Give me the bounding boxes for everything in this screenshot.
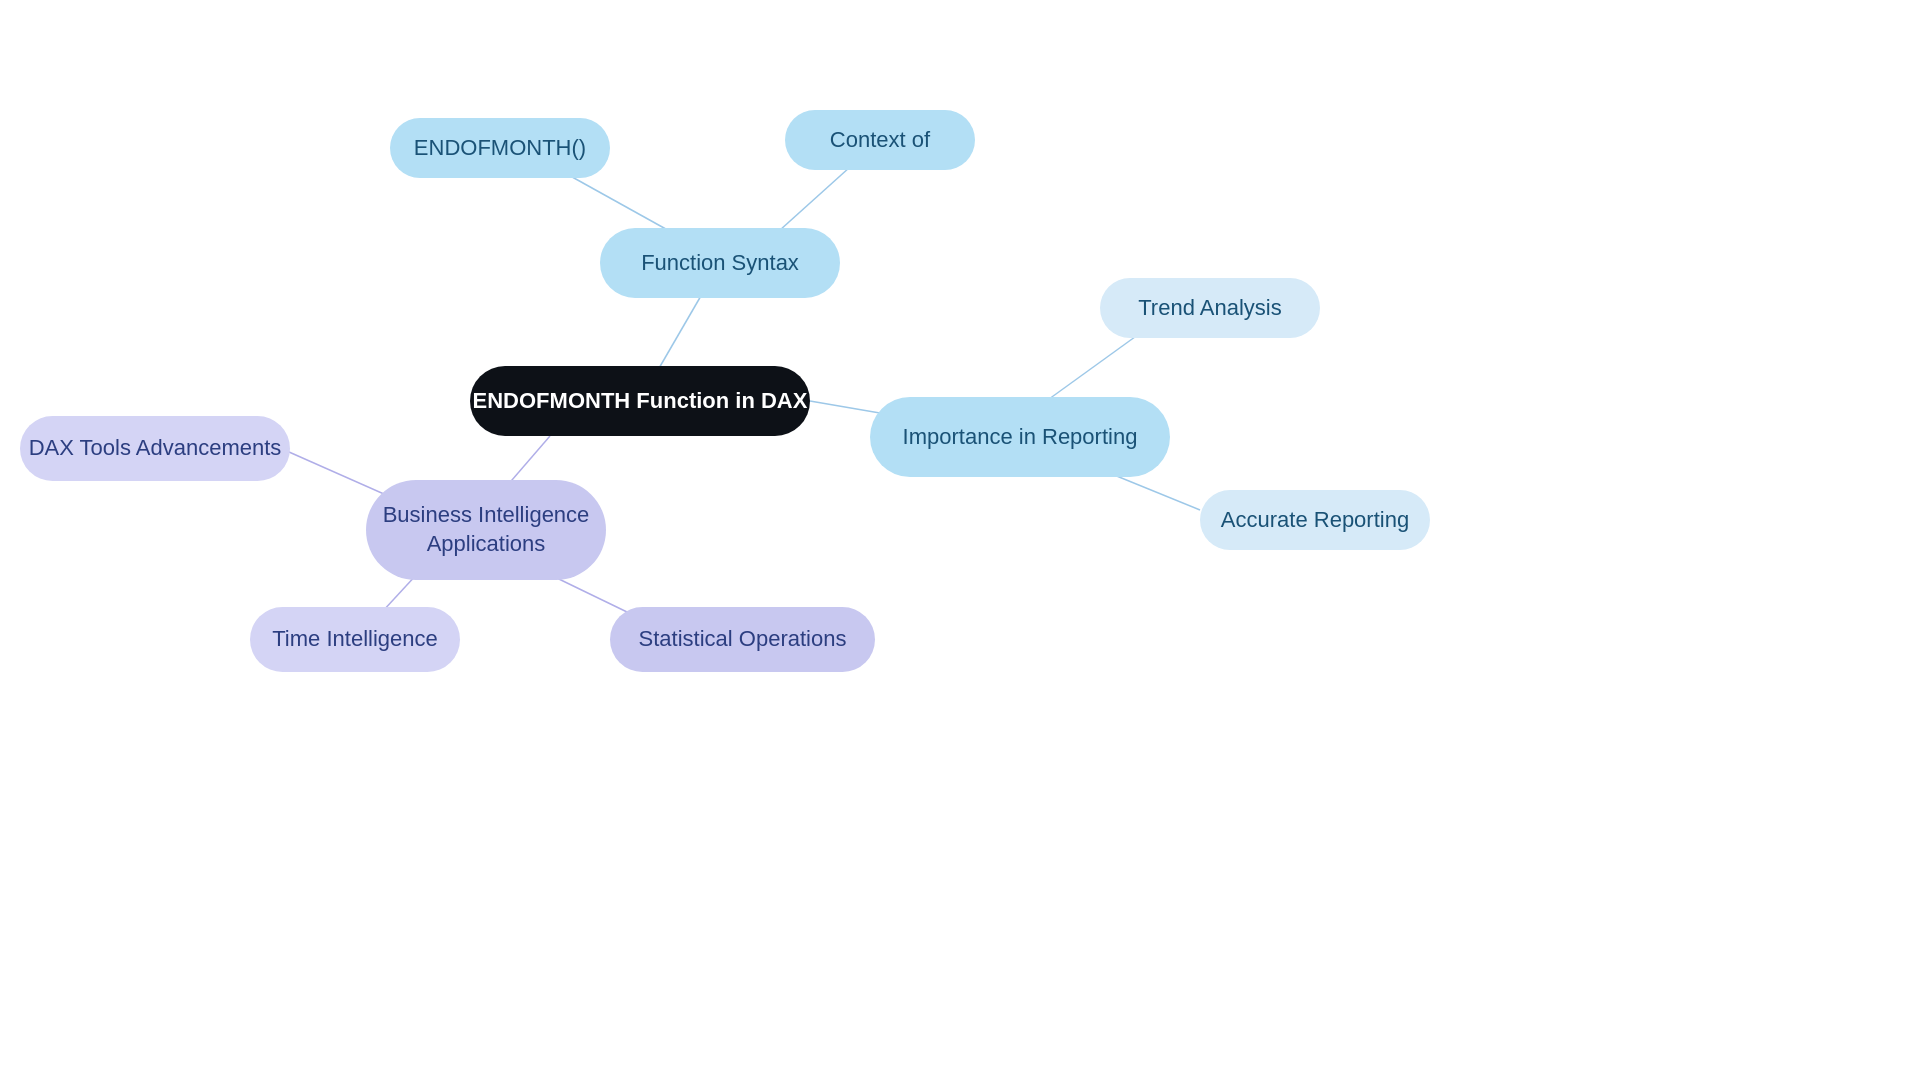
time-label: Time Intelligence [272,625,437,654]
center-node[interactable]: ENDOFMONTH Function in DAX [470,366,810,436]
trend-label: Trend Analysis [1138,294,1281,323]
function-syntax-label: Function Syntax [641,249,799,278]
endofmonth-node[interactable]: ENDOFMONTH() [390,118,610,178]
dax-tools-label: DAX Tools Advancements [29,434,282,463]
statistical-label: Statistical Operations [639,625,847,654]
dax-tools-node[interactable]: DAX Tools Advancements [20,416,290,481]
accurate-node[interactable]: Accurate Reporting [1200,490,1430,550]
center-node-label: ENDOFMONTH Function in DAX [473,387,808,416]
endofmonth-label: ENDOFMONTH() [414,134,586,163]
bi-label: Business Intelligence Applications [366,501,606,558]
trend-node[interactable]: Trend Analysis [1100,278,1320,338]
importance-node[interactable]: Importance in Reporting [870,397,1170,477]
time-node[interactable]: Time Intelligence [250,607,460,672]
importance-label: Importance in Reporting [903,423,1138,452]
statistical-node[interactable]: Statistical Operations [610,607,875,672]
bi-node[interactable]: Business Intelligence Applications [366,480,606,580]
context-label: Context of [830,126,930,155]
function-syntax-node[interactable]: Function Syntax [600,228,840,298]
accurate-label: Accurate Reporting [1221,506,1409,535]
context-node[interactable]: Context of [785,110,975,170]
